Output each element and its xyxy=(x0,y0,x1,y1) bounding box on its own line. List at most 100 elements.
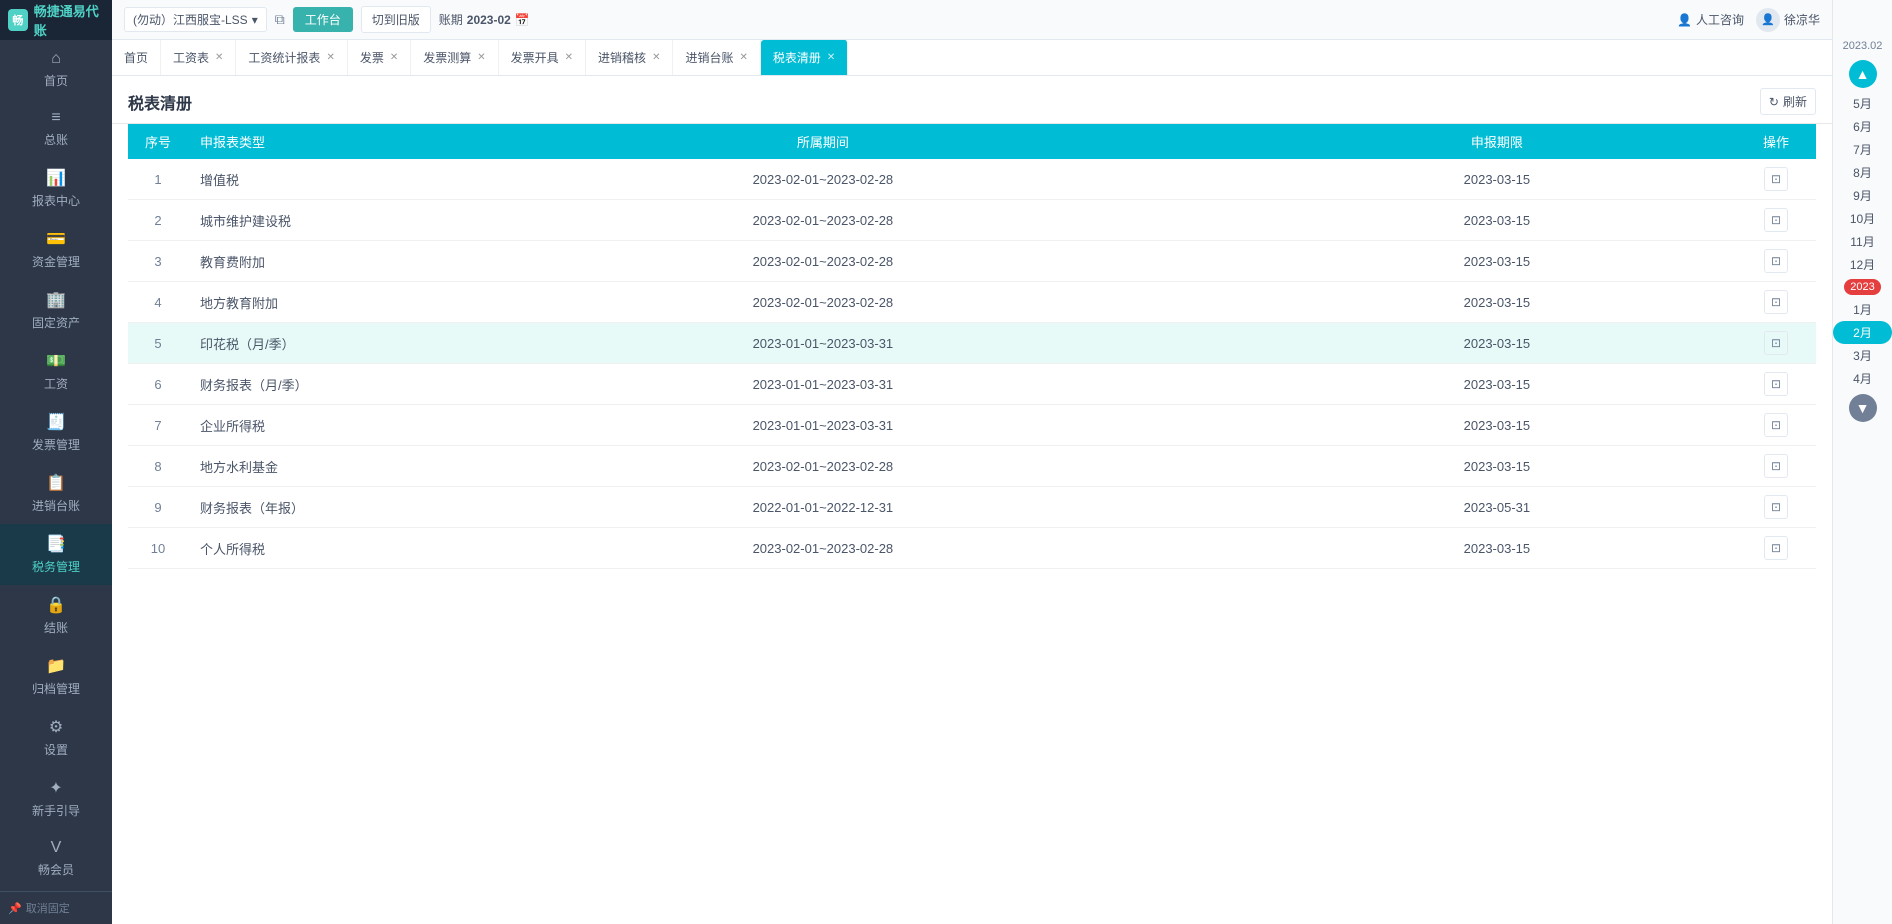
switch-old-button[interactable]: 切到旧版 xyxy=(361,6,431,33)
tab-salary-table[interactable]: 工资表 ✕ xyxy=(161,40,236,76)
workbench-button[interactable]: 工作台 xyxy=(293,7,353,32)
timeline-down-arrow[interactable]: ▼ xyxy=(1849,394,1877,422)
action-view-icon[interactable]: ⊡ xyxy=(1764,372,1788,396)
cell-action: ⊡ xyxy=(1736,282,1816,323)
refresh-button[interactable]: ↻ 刷新 xyxy=(1760,88,1816,115)
timeline-month-4[interactable]: 4月 xyxy=(1833,367,1892,390)
tab-tax-register[interactable]: 税表清册 ✕ xyxy=(761,40,848,76)
timeline-month-12[interactable]: 12月 xyxy=(1833,253,1892,276)
tab-invoice[interactable]: 发票 ✕ xyxy=(348,40,411,76)
sidebar-item-home[interactable]: ⌂ 首页 xyxy=(0,40,112,99)
cell-deadline: 2023-03-15 xyxy=(1258,159,1736,200)
company-selector[interactable]: (勿动）江西服宝-LSS ▾ xyxy=(124,7,267,32)
timeline-month-7[interactable]: 7月 xyxy=(1833,138,1892,161)
unpin-button[interactable]: 📌 取消固定 xyxy=(0,891,112,924)
sidebar-item-archive[interactable]: 📁 归档管理 xyxy=(0,646,112,707)
tab-home[interactable]: 首页 xyxy=(124,40,161,76)
cell-seq: 3 xyxy=(128,241,188,282)
tab-invoice-close[interactable]: ✕ xyxy=(390,52,398,63)
table-row: 10 个人所得税 2023-02-01~2023-02-28 2023-03-1… xyxy=(128,528,1816,569)
sidebar-label-archive: 归档管理 xyxy=(32,680,80,697)
logo-icon: 畅 xyxy=(8,9,28,31)
assets-icon: 🏢 xyxy=(46,290,66,310)
cell-type: 地方水利基金 xyxy=(188,446,388,487)
tab-invoice-issue-close[interactable]: ✕ xyxy=(565,52,573,63)
tab-in-out-ledger-close[interactable]: ✕ xyxy=(739,52,747,63)
sidebar-item-member[interactable]: V 畅会员 xyxy=(0,829,112,888)
timeline-month-10[interactable]: 10月 xyxy=(1833,207,1892,230)
invoice-mgmt-icon: 🧾 xyxy=(46,412,66,432)
timeline-month-6[interactable]: 6月 xyxy=(1833,115,1892,138)
cell-seq: 1 xyxy=(128,159,188,200)
col-seq: 序号 xyxy=(128,124,188,159)
timeline-month-1[interactable]: 1月 xyxy=(1833,298,1892,321)
calendar-icon[interactable]: 📅 xyxy=(515,13,530,27)
tab-salary-stats-close[interactable]: ✕ xyxy=(326,52,334,63)
sidebar-item-capital[interactable]: 💳 资金管理 xyxy=(0,219,112,280)
user-avatar[interactable]: 👤 徐凉华 xyxy=(1756,8,1820,32)
sidebar-item-ledger[interactable]: ≡ 总账 xyxy=(0,99,112,158)
tab-invoice-calc-label: 发票测算 xyxy=(423,49,471,66)
sidebar-item-settings[interactable]: ⚙ 设置 xyxy=(0,707,112,768)
period-display: 账期 2023-02 📅 xyxy=(439,11,530,28)
sidebar-item-reports[interactable]: 📊 报表中心 xyxy=(0,158,112,219)
cell-period: 2023-02-01~2023-02-28 xyxy=(388,282,1258,323)
tab-tax-register-close[interactable]: ✕ xyxy=(827,52,835,63)
table-row: 7 企业所得税 2023-01-01~2023-03-31 2023-03-15… xyxy=(128,405,1816,446)
sidebar-item-tax[interactable]: 📑 税务管理 xyxy=(0,524,112,585)
support-link[interactable]: 👤 人工咨询 xyxy=(1677,11,1744,28)
sidebar-item-assets[interactable]: 🏢 固定资产 xyxy=(0,280,112,341)
action-view-icon[interactable]: ⊡ xyxy=(1764,454,1788,478)
timeline-month-5[interactable]: 5月 xyxy=(1833,92,1892,115)
timeline-month-8[interactable]: 8月 xyxy=(1833,161,1892,184)
sidebar-item-guide[interactable]: ✦ 新手引导 xyxy=(0,768,112,829)
cell-deadline: 2023-03-15 xyxy=(1258,241,1736,282)
tab-home-label: 首页 xyxy=(124,49,148,66)
app-name: 畅捷通易代账 xyxy=(34,1,104,39)
timeline-month-3[interactable]: 3月 xyxy=(1833,344,1892,367)
tab-salary-stats[interactable]: 工资统计报表 ✕ xyxy=(236,40,347,76)
cell-action: ⊡ xyxy=(1736,241,1816,282)
action-view-icon[interactable]: ⊡ xyxy=(1764,290,1788,314)
copy-icon[interactable]: ⧉ xyxy=(275,11,285,28)
timeline-up-arrow[interactable]: ▲ xyxy=(1849,60,1877,88)
action-view-icon[interactable]: ⊡ xyxy=(1764,208,1788,232)
company-dropdown-icon: ▾ xyxy=(252,13,258,27)
timeline-panel: 2023.02 ▲ 5月 6月 7月 8月 9月 10月 11月 12月 202… xyxy=(1832,0,1892,924)
cell-type: 地方教育附加 xyxy=(188,282,388,323)
tab-invoice-calc-close[interactable]: ✕ xyxy=(477,52,485,63)
col-type: 申报表类型 xyxy=(188,124,388,159)
tab-in-out-ledger[interactable]: 进销台账 ✕ xyxy=(673,40,760,76)
col-action: 操作 xyxy=(1736,124,1816,159)
tab-invoice-issue[interactable]: 发票开具 ✕ xyxy=(499,40,586,76)
tab-in-out-check[interactable]: 进销稽核 ✕ xyxy=(586,40,673,76)
pin-icon: 📌 xyxy=(8,902,22,915)
cell-type: 印花税（月/季） xyxy=(188,323,388,364)
cell-deadline: 2023-03-15 xyxy=(1258,528,1736,569)
cell-deadline: 2023-03-15 xyxy=(1258,364,1736,405)
page-title: 税表清册 xyxy=(128,90,192,114)
salary-icon: 💵 xyxy=(46,351,66,371)
action-view-icon[interactable]: ⊡ xyxy=(1764,495,1788,519)
sidebar-item-invoice-mgmt[interactable]: 🧾 发票管理 xyxy=(0,402,112,463)
tab-in-out-ledger-label: 进销台账 xyxy=(685,49,733,66)
sidebar-item-in-out[interactable]: 📋 进销台账 xyxy=(0,463,112,524)
action-view-icon[interactable]: ⊡ xyxy=(1764,331,1788,355)
cell-action: ⊡ xyxy=(1736,364,1816,405)
member-icon: V xyxy=(51,839,62,857)
action-view-icon[interactable]: ⊡ xyxy=(1764,413,1788,437)
tab-salary-table-close[interactable]: ✕ xyxy=(215,52,223,63)
sidebar-label-tax: 税务管理 xyxy=(32,558,80,575)
timeline-month-11[interactable]: 11月 xyxy=(1833,230,1892,253)
tab-in-out-check-close[interactable]: ✕ xyxy=(652,52,660,63)
sidebar-item-close[interactable]: 🔒 结账 xyxy=(0,585,112,646)
cell-seq: 6 xyxy=(128,364,188,405)
tab-invoice-calc[interactable]: 发票测算 ✕ xyxy=(411,40,498,76)
timeline-month-2-active[interactable]: 2月 xyxy=(1833,321,1892,344)
sidebar-item-salary[interactable]: 💵 工资 xyxy=(0,341,112,402)
timeline-month-9[interactable]: 9月 xyxy=(1833,184,1892,207)
action-view-icon[interactable]: ⊡ xyxy=(1764,249,1788,273)
action-view-icon[interactable]: ⊡ xyxy=(1764,167,1788,191)
action-view-icon[interactable]: ⊡ xyxy=(1764,536,1788,560)
tax-icon: 📑 xyxy=(46,534,66,554)
